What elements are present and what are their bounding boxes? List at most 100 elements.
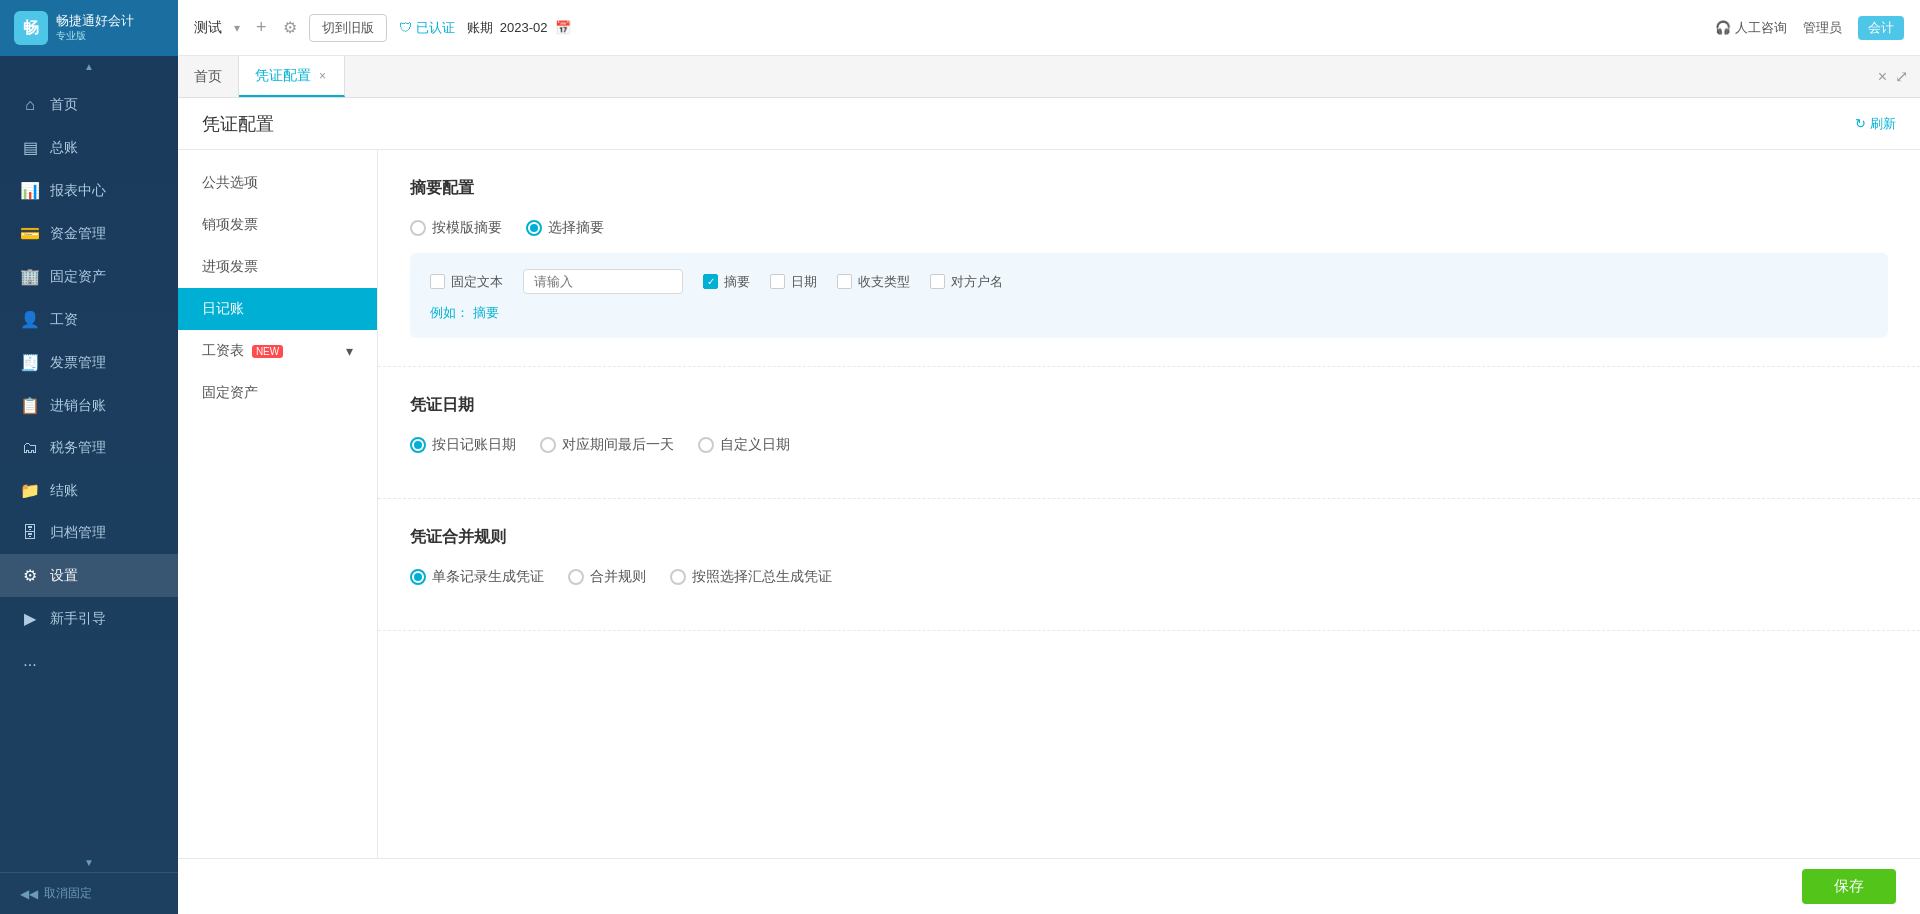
sidebar-item-tax[interactable]: 🗂 税务管理 — [0, 427, 178, 469]
headset-icon: 🎧 — [1715, 20, 1731, 35]
tab-close-icon[interactable]: × — [317, 67, 328, 85]
settings-icon[interactable]: ⚙ — [283, 18, 297, 37]
sidebar-item-ledger[interactable]: ▤ 总账 — [0, 126, 178, 169]
summary-example: 例如： 摘要 — [430, 304, 1868, 322]
certified-icon: 🛡 — [399, 20, 412, 35]
invoice-icon: 🧾 — [20, 353, 40, 372]
close-tab-button[interactable]: × — [1878, 68, 1887, 86]
date-radio-group: 按日记账日期 对应期间最后一天 自定义日期 — [410, 436, 1888, 454]
sidebar-item-settings[interactable]: ⚙ 设置 — [0, 554, 178, 597]
left-nav-item-fixed-asset[interactable]: 固定资产 — [178, 372, 377, 414]
checkbox-payment-type[interactable]: 收支类型 — [837, 273, 910, 291]
sidebar-item-label: 税务管理 — [50, 439, 106, 457]
sidebar-scroll-up[interactable]: ▲ — [0, 56, 178, 76]
settings-icon: ⚙ — [20, 566, 40, 585]
sidebar: 畅 畅捷通好会计 专业版 ▲ ⌂ 首页 ▤ 总账 📊 报表中心 💳 资金管理 🏢… — [0, 0, 178, 914]
radio-single-record-circle — [410, 569, 426, 585]
left-nav-item-public[interactable]: 公共选项 — [178, 162, 377, 204]
sidebar-cancel-fixed-btn[interactable]: ◀◀ 取消固定 — [0, 872, 178, 914]
sales-icon: 📋 — [20, 396, 40, 415]
unpin-icon: ◀◀ — [20, 887, 38, 901]
refresh-button[interactable]: ↻ 刷新 — [1855, 115, 1896, 133]
radio-journal-date[interactable]: 按日记账日期 — [410, 436, 516, 454]
sidebar-nav: ⌂ 首页 ▤ 总账 📊 报表中心 💳 资金管理 🏢 固定资产 👤 工资 🧾 发票… — [0, 76, 178, 852]
left-nav-item-journal[interactable]: 日记账 — [178, 288, 377, 330]
checkbox-date[interactable]: 日期 — [770, 273, 817, 291]
fixed-text-input[interactable] — [523, 269, 683, 294]
sidebar-item-asset[interactable]: 🏢 固定资产 — [0, 255, 178, 298]
chevron-down-icon: ▾ — [346, 343, 353, 359]
page-title: 凭证配置 — [202, 112, 274, 136]
merge-section-title: 凭证合并规则 — [410, 527, 1888, 548]
company-name: 测试 — [194, 19, 222, 37]
left-nav-item-payroll[interactable]: 工资表 NEW ▾ — [178, 330, 377, 372]
sidebar-item-label: 固定资产 — [50, 268, 106, 286]
refresh-icon: ↻ — [1855, 116, 1866, 131]
sidebar-item-label: 进销台账 — [50, 397, 106, 415]
sidebar-item-settle[interactable]: 📁 结账 — [0, 469, 178, 512]
sidebar-item-label: 新手引导 — [50, 610, 106, 628]
sidebar-item-report[interactable]: 📊 报表中心 — [0, 169, 178, 212]
more-icon: ... — [20, 652, 40, 670]
date-section-title: 凭证日期 — [410, 395, 1888, 416]
tab-voucher-config-label: 凭证配置 — [255, 67, 311, 85]
tab-home-label: 首页 — [194, 68, 222, 86]
checkbox-counterparty[interactable]: 对方户名 — [930, 273, 1003, 291]
admin-label: 管理员 — [1803, 19, 1842, 37]
company-chevron-icon[interactable]: ▾ — [234, 21, 240, 35]
tab-home[interactable]: 首页 — [178, 56, 239, 97]
tab-voucher-config[interactable]: 凭证配置 × — [239, 56, 345, 97]
add-company-icon[interactable]: + — [256, 17, 267, 38]
sidebar-item-home[interactable]: ⌂ 首页 — [0, 84, 178, 126]
logo-text: 畅捷通好会计 专业版 — [56, 13, 134, 44]
summary-options-box: 固定文本 摘要 日期 收支类型 — [410, 253, 1888, 338]
save-button[interactable]: 保存 — [1802, 869, 1896, 904]
sidebar-item-label: 归档管理 — [50, 524, 106, 542]
radio-template-summary[interactable]: 按模版摘要 — [410, 219, 502, 237]
left-nav: 公共选项 销项发票 进项发票 日记账 工资表 NEW ▾ 固定资产 — [178, 150, 378, 914]
help-button[interactable]: 🎧 人工咨询 — [1715, 19, 1787, 37]
bottom-bar: 保存 — [178, 858, 1920, 914]
salary-icon: 👤 — [20, 310, 40, 329]
radio-select-summary[interactable]: 选择摘要 — [526, 219, 604, 237]
sidebar-item-salary[interactable]: 👤 工资 — [0, 298, 178, 341]
role-badge[interactable]: 会计 — [1858, 16, 1904, 40]
period-label: 账期 2023-02 📅 — [467, 19, 571, 37]
sidebar-item-label: 结账 — [50, 482, 78, 500]
radio-custom-date[interactable]: 自定义日期 — [698, 436, 790, 454]
checkbox-date-sq — [770, 274, 785, 289]
sidebar-item-archive[interactable]: 🗄 归档管理 — [0, 512, 178, 554]
radio-journal-date-circle — [410, 437, 426, 453]
sidebar-item-sales[interactable]: 📋 进销台账 — [0, 384, 178, 427]
checkbox-summary[interactable]: 摘要 — [703, 273, 750, 291]
sidebar-item-label: 设置 — [50, 567, 78, 585]
old-version-button[interactable]: 切到旧版 — [309, 14, 387, 42]
main-content: 凭证配置 ↻ 刷新 公共选项 销项发票 进项发票 日记账 工资表 NEW ▾ 固… — [178, 98, 1920, 914]
sidebar-scroll-down[interactable]: ▼ — [0, 852, 178, 872]
radio-period-last-day[interactable]: 对应期间最后一天 — [540, 436, 674, 454]
tax-icon: 🗂 — [20, 439, 40, 457]
sidebar-item-label: 发票管理 — [50, 354, 106, 372]
fund-icon: 💳 — [20, 224, 40, 243]
sidebar-item-label: 总账 — [50, 139, 78, 157]
topbar: 测试 ▾ + ⚙ 切到旧版 🛡 已认证 账期 2023-02 📅 🎧 人工咨询 … — [178, 0, 1920, 56]
radio-aggregate[interactable]: 按照选择汇总生成凭证 — [670, 568, 832, 586]
left-nav-item-purchase-invoice[interactable]: 进项发票 — [178, 246, 377, 288]
sidebar-item-more[interactable]: ... — [0, 640, 178, 682]
expand-button[interactable]: ⤢ — [1895, 67, 1908, 86]
checkbox-fixed-text-sq — [430, 274, 445, 289]
ledger-icon: ▤ — [20, 138, 40, 157]
sidebar-item-fund[interactable]: 💳 资金管理 — [0, 212, 178, 255]
checkbox-summary-sq — [703, 274, 718, 289]
calendar-icon[interactable]: 📅 — [555, 20, 571, 35]
sidebar-item-invoice[interactable]: 🧾 发票管理 — [0, 341, 178, 384]
radio-single-record[interactable]: 单条记录生成凭证 — [410, 568, 544, 586]
certified-badge: 🛡 已认证 — [399, 19, 455, 37]
left-nav-item-sales-invoice[interactable]: 销项发票 — [178, 204, 377, 246]
summary-section-title: 摘要配置 — [410, 178, 1888, 199]
radio-merge-rule[interactable]: 合并规则 — [568, 568, 646, 586]
settle-icon: 📁 — [20, 481, 40, 500]
right-panel: 摘要配置 按模版摘要 选择摘要 固定文本 — [378, 150, 1920, 914]
sidebar-item-guide[interactable]: ▶ 新手引导 — [0, 597, 178, 640]
checkbox-fixed-text[interactable]: 固定文本 — [430, 273, 503, 291]
